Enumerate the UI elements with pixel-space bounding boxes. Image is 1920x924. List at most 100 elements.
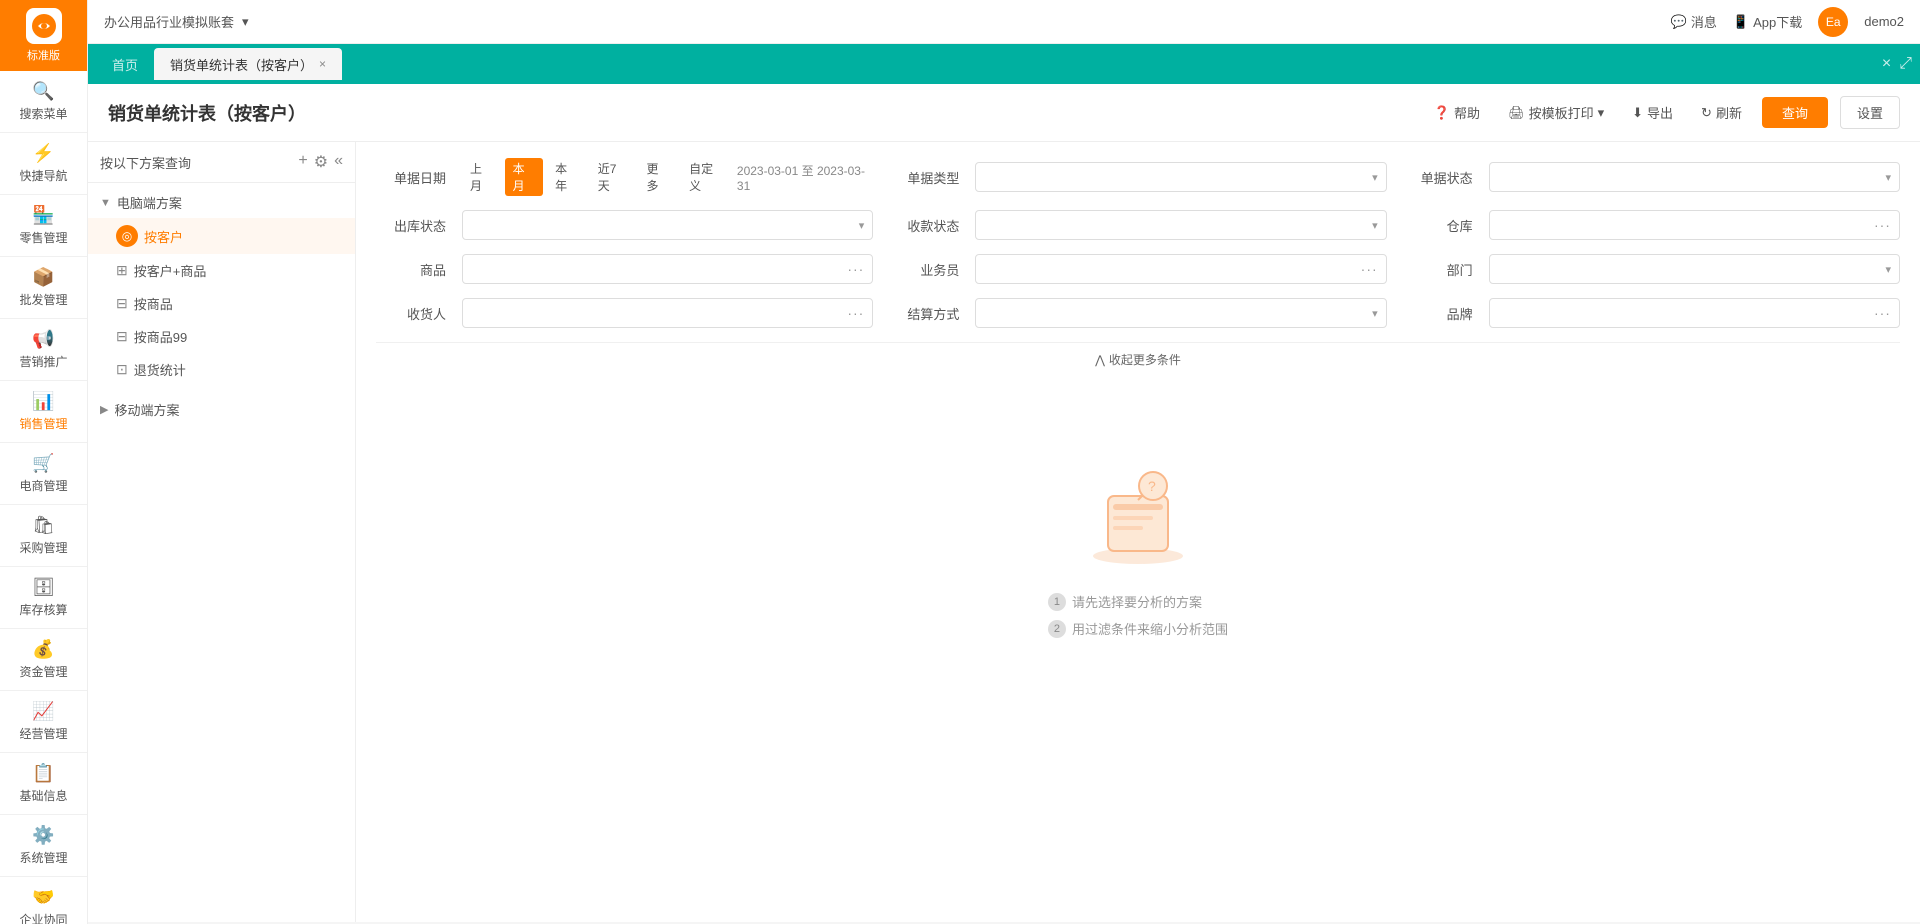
sidebar-item-inventory[interactable]: 🗄 库存核算	[0, 567, 88, 629]
sidebar-item-retail[interactable]: 🏪 零售管理	[0, 195, 88, 257]
department-arrow-icon: ▾	[1885, 263, 1891, 276]
scheme-item-by-customer[interactable]: ◎ 按客户	[88, 218, 355, 254]
sidebar-item-retail-label: 零售管理	[19, 229, 67, 246]
tip-text-1: 请先选择要分析的方案	[1072, 592, 1202, 611]
scheme-settings-icon[interactable]: ⚙	[314, 152, 328, 172]
sidebar-item-system-label: 系统管理	[19, 849, 67, 866]
tab-active-label: 销货单统计表（按客户）	[170, 55, 313, 74]
export-button[interactable]: ⬇ 导出	[1624, 99, 1681, 126]
sidebar-item-marketing[interactable]: 📢 营销推广	[0, 319, 88, 381]
wholesale-icon: 📦	[32, 267, 54, 288]
sidebar-item-search[interactable]: 🔍 搜索菜单	[0, 71, 88, 133]
active-circle-inner: ◎	[122, 229, 132, 243]
filter-row-product: 商品 ··· 业务员 ··· 部门	[376, 254, 1900, 284]
search-button[interactable]: 查询	[1762, 97, 1828, 128]
scheme-group-desktop-header[interactable]: ▼ 电脑端方案	[88, 187, 355, 218]
collapse-label: 收起更多条件	[1109, 351, 1181, 368]
scheme-item-return-stats[interactable]: ⊡ 退货统计	[88, 353, 355, 386]
tab-home[interactable]: 首页	[96, 48, 154, 80]
scheme-collapse-icon[interactable]: «	[334, 152, 343, 172]
scheme-group-mobile-header[interactable]: ▶ 移动端方案	[88, 394, 355, 425]
payment-status-arrow-icon: ▾	[1372, 219, 1378, 232]
date-tab-7days[interactable]: 近7天	[590, 158, 635, 196]
scheme-item-by-customer-product[interactable]: ⊞ 按客户+商品	[88, 254, 355, 287]
inventory-icon: 🗄	[32, 577, 55, 598]
group-mobile-label: 移动端方案	[114, 400, 179, 419]
print-icon: 🖨	[1508, 105, 1525, 121]
scheme-item-icon-1: ⊞	[116, 262, 128, 279]
ship-status-select[interactable]: ▾	[462, 210, 873, 240]
title-dropdown-icon[interactable]: ▾	[242, 14, 249, 30]
filter-row-ship: 出库状态 ▾ 收款状态 ▾ 仓库	[376, 210, 1900, 240]
finance-icon: 💰	[32, 639, 54, 660]
sidebar-item-cooperation[interactable]: 🤝 企业协同	[0, 877, 88, 924]
page-title: 销货单统计表（按客户）	[108, 100, 306, 126]
sidebar-item-finance[interactable]: 💰 资金管理	[0, 629, 88, 691]
retail-icon: 🏪	[32, 205, 54, 226]
tab-home-label: 首页	[112, 55, 138, 74]
scheme-item-by-product[interactable]: ⊟ 按商品	[88, 287, 355, 320]
app-download-button[interactable]: 📱 App下载	[1733, 12, 1802, 31]
date-tab-last-month[interactable]: 上月	[462, 158, 501, 196]
tip-text-2: 用过滤条件来缩小分析范围	[1072, 619, 1228, 638]
scheme-add-icon[interactable]: +	[298, 152, 307, 172]
warehouse-select[interactable]: ···	[1489, 210, 1900, 240]
salesperson-select[interactable]: ···	[975, 254, 1386, 284]
tab-close-icon[interactable]: ×	[319, 57, 326, 71]
payment-method-select[interactable]: ▾	[975, 298, 1386, 328]
scheme-item-by-product-99[interactable]: ⊟ 按商品99	[88, 320, 355, 353]
filter-row-date: 单据日期 上月 本月 本年 近7天 更多 自定义 2023-03-01 至 20…	[376, 158, 1900, 196]
warehouse-label: 仓库	[1403, 216, 1473, 235]
content-body: 按以下方案查询 + ⚙ « ▼ 电脑端方案 ◎	[88, 142, 1920, 922]
sidebar-item-basic[interactable]: 📋 基础信息	[0, 753, 88, 815]
scheme-panel-header: 按以下方案查询 + ⚙ «	[88, 142, 355, 183]
collapse-bar[interactable]: ⋀ 收起更多条件	[376, 342, 1900, 376]
avatar-text: Ea	[1826, 15, 1841, 29]
tab-active[interactable]: 销货单统计表（按客户） ×	[154, 48, 342, 80]
sidebar-item-wholesale-label: 批发管理	[19, 291, 67, 308]
top-header-right: 💬 消息 📱 App下载 Ea demo2	[1671, 7, 1904, 37]
empty-tip-2: 2 用过滤条件来缩小分析范围	[1048, 619, 1228, 638]
department-select[interactable]: ▾	[1489, 254, 1900, 284]
receiver-select[interactable]: ···	[462, 298, 873, 328]
group-desktop-label: 电脑端方案	[117, 193, 182, 212]
date-tab-this-year[interactable]: 本年	[547, 158, 586, 196]
date-filter-value: 上月 本月 本年 近7天 更多 自定义 2023-03-01 至 2023-03…	[462, 158, 873, 196]
tab-minimize-icon[interactable]: ×	[1882, 55, 1891, 73]
sidebar-item-wholesale[interactable]: 📦 批发管理	[0, 257, 88, 319]
scheme-item-return-stats-label: 退货统计	[134, 360, 186, 379]
sidebar-item-quicknav[interactable]: ⚡ 快捷导航	[0, 133, 88, 195]
refresh-button[interactable]: ↻ 刷新	[1693, 99, 1750, 126]
top-header: 办公用品行业模拟账套 ▾ 💬 消息 📱 App下载 Ea demo2	[88, 0, 1920, 44]
sidebar-item-ops[interactable]: 📈 经营管理	[0, 691, 88, 753]
sidebar-item-ecommerce-label: 电商管理	[19, 477, 67, 494]
help-button[interactable]: ❓ 帮助	[1426, 99, 1488, 126]
settings-button[interactable]: 设置	[1840, 96, 1900, 129]
ship-status-arrow-icon: ▾	[859, 219, 865, 232]
order-status-arrow-icon: ▾	[1885, 171, 1891, 184]
message-button[interactable]: 💬 消息	[1671, 12, 1717, 31]
ecommerce-icon: 🛒	[32, 453, 54, 474]
app-title: 办公用品行业模拟账套	[104, 12, 234, 31]
export-icon: ⬇	[1632, 105, 1643, 121]
user-name: demo2	[1864, 14, 1904, 29]
product-select[interactable]: ···	[462, 254, 873, 284]
sidebar-item-purchase[interactable]: 🛍 采购管理	[0, 505, 88, 567]
sidebar-item-search-label: 搜索菜单	[19, 105, 67, 122]
order-type-select[interactable]: ▾	[975, 162, 1386, 192]
order-status-select[interactable]: ▾	[1489, 162, 1900, 192]
brand-select[interactable]: ···	[1489, 298, 1900, 328]
tab-maximize-icon[interactable]: ⤢	[1899, 55, 1912, 73]
sidebar-item-sales[interactable]: 📊 销售管理	[0, 381, 88, 443]
sidebar-item-finance-label: 资金管理	[19, 663, 67, 680]
payment-status-select[interactable]: ▾	[975, 210, 1386, 240]
print-button[interactable]: 🖨 按模板打印 ▾	[1500, 99, 1612, 126]
refresh-label: 刷新	[1716, 103, 1742, 122]
date-tab-more[interactable]: 更多	[639, 158, 678, 196]
user-avatar[interactable]: Ea	[1818, 7, 1848, 37]
sidebar-item-system[interactable]: ⚙️ 系统管理	[0, 815, 88, 877]
date-tab-this-month[interactable]: 本月	[505, 158, 544, 196]
sidebar-item-ecommerce[interactable]: 🛒 电商管理	[0, 443, 88, 505]
date-tab-custom[interactable]: 自定义	[681, 158, 731, 196]
app-download-label: App下载	[1753, 12, 1802, 31]
